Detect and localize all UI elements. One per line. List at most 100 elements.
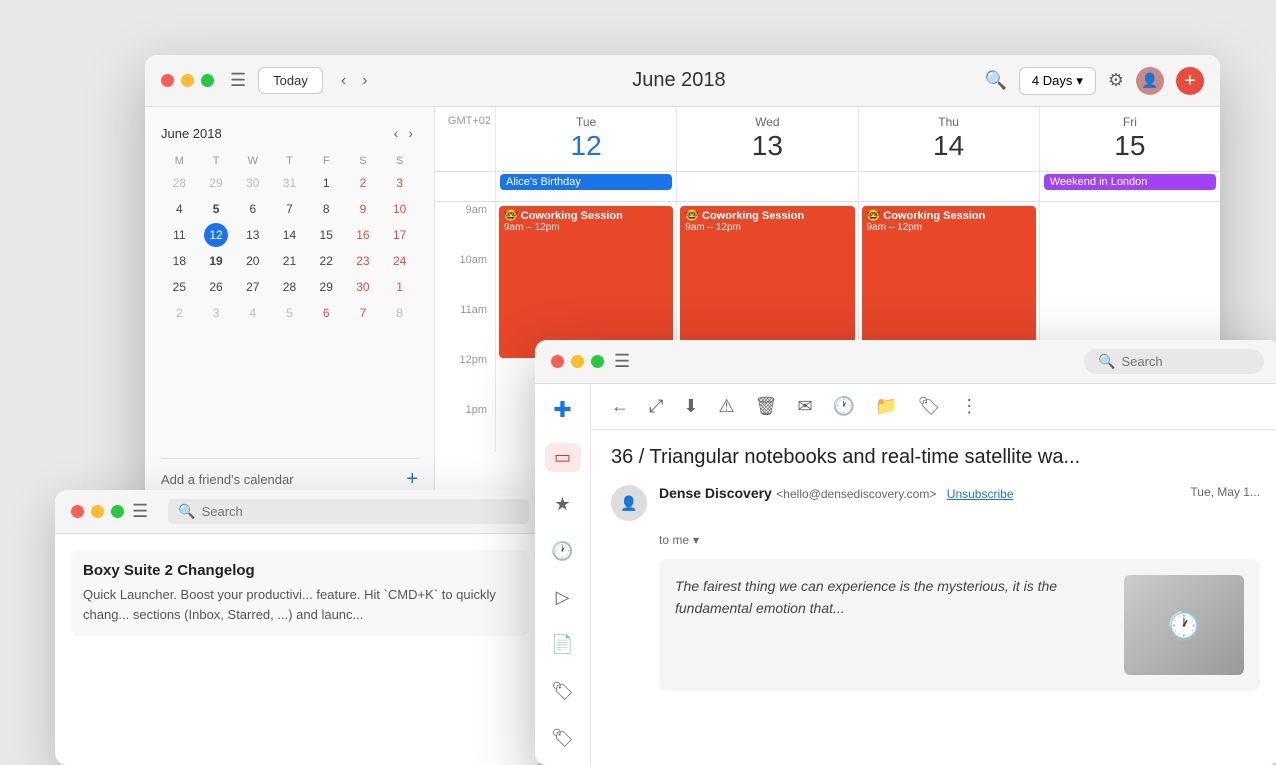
sidebar-icon-label2[interactable]: 🏷 [545, 724, 581, 753]
event-coworking-tue[interactable]: 🤓 Coworking Session 9am – 12pm [499, 206, 673, 358]
sidebar-icon-snoozed[interactable]: 🕐 [545, 537, 581, 566]
mini-cal-day[interactable]: 11 [167, 223, 191, 247]
mini-cal-day[interactable]: 3 [388, 171, 412, 195]
next-period-button[interactable]: › [356, 70, 373, 92]
mini-cal-day[interactable]: 24 [388, 249, 412, 273]
mini-next-button[interactable]: › [403, 123, 418, 143]
settings-icon[interactable]: ⚙ [1108, 70, 1124, 91]
mini-cal-day[interactable]: 23 [351, 249, 375, 273]
expand-icon[interactable]: ⤢ [645, 392, 667, 421]
mini-cal-day[interactable]: 4 [241, 301, 265, 325]
minimize-button[interactable] [571, 355, 584, 368]
sidebar-icon-inbox[interactable]: ▭ [545, 443, 581, 472]
mini-cal-day[interactable]: 5 [204, 197, 228, 221]
menu-icon[interactable]: ☰ [230, 70, 246, 91]
mini-cal-day[interactable]: 1 [388, 275, 412, 299]
time-slot-12pm: 12pm [435, 352, 495, 402]
sidebar-icon-label1[interactable]: 🏷 [545, 677, 581, 706]
mini-cal-day[interactable]: 30 [351, 275, 375, 299]
fullscreen-button[interactable] [201, 74, 214, 87]
mini-cal-day[interactable]: 15 [314, 223, 338, 247]
event-coworking-wed[interactable]: 🤓 Coworking Session 9am – 12pm [680, 206, 854, 358]
calendar-search-icon[interactable]: 🔍 [984, 70, 1006, 91]
mini-cal-day[interactable]: 21 [277, 249, 301, 273]
move-to-icon[interactable]: 📁 [871, 392, 901, 421]
minimize-button[interactable] [181, 74, 194, 87]
sidebar-icon-sent[interactable]: ▷ [545, 584, 581, 613]
label-icon[interactable]: 🏷 [913, 392, 944, 421]
email-search-bar[interactable]: 🔍 [1084, 349, 1264, 374]
mini-cal-day[interactable]: 2 [167, 301, 191, 325]
recipients-dropdown-icon[interactable]: ▾ [693, 533, 699, 547]
email-search-input[interactable] [1121, 354, 1250, 369]
menu-icon[interactable]: ☰ [132, 501, 148, 522]
mini-cal-day[interactable]: 8 [314, 197, 338, 221]
mini-cal-day[interactable]: 16 [351, 223, 375, 247]
minimize-button[interactable] [91, 505, 104, 518]
close-button[interactable] [161, 74, 174, 87]
email-titlebar: ☰ 🔍 [535, 340, 1276, 384]
mail-list-item[interactable]: Boxy Suite 2 Changelog Quick Launcher. B… [71, 550, 529, 636]
mini-cal-day[interactable]: 28 [167, 171, 191, 195]
calendar-title: June 2018 [386, 69, 973, 92]
mail-bg-search-input[interactable] [202, 504, 519, 519]
add-event-button[interactable]: + [1176, 67, 1204, 95]
mini-cal-day[interactable]: 6 [314, 301, 338, 325]
close-button[interactable] [71, 505, 84, 518]
mini-cal-day[interactable]: 26 [204, 275, 228, 299]
fullscreen-button[interactable] [591, 355, 604, 368]
mini-cal-day[interactable]: 8 [388, 301, 412, 325]
fullscreen-button[interactable] [111, 505, 124, 518]
mini-cal-day[interactable]: 31 [277, 171, 301, 195]
mini-cal-day[interactable]: 18 [167, 249, 191, 273]
days-view-dropdown[interactable]: 4 Days ▾ [1019, 67, 1096, 95]
event-time: 9am – 12pm [685, 222, 849, 233]
mini-prev-button[interactable]: ‹ [389, 123, 404, 143]
mini-cal-day[interactable]: 28 [277, 275, 301, 299]
all-day-cell-wed [676, 172, 857, 201]
mini-cal-day[interactable]: 10 [388, 197, 412, 221]
day-name-fri: Fri [1044, 115, 1216, 129]
mini-cal-day[interactable]: 17 [388, 223, 412, 247]
mini-cal-day[interactable]: 3 [204, 301, 228, 325]
mini-cal-day[interactable]: 19 [204, 249, 228, 273]
mini-cal-day[interactable]: 1 [314, 171, 338, 195]
unsubscribe-link[interactable]: Unsubscribe [947, 487, 1014, 501]
mini-cal-day[interactable]: 13 [241, 223, 265, 247]
compose-button[interactable]: ✚ [545, 396, 581, 425]
mini-cal-day[interactable]: 14 [277, 223, 301, 247]
more-options-icon[interactable]: ⋮ [956, 392, 982, 421]
sidebar-icon-drafts[interactable]: 📄 [545, 630, 581, 659]
mini-cal-day[interactable]: 29 [204, 171, 228, 195]
mini-cal-day[interactable]: 4 [167, 197, 191, 221]
mini-cal-day[interactable]: 7 [351, 301, 375, 325]
event-alice-birthday[interactable]: Alice's Birthday [500, 174, 672, 190]
mail-bg-search-bar[interactable]: 🔍 [168, 499, 529, 524]
mini-cal-day-today[interactable]: 12 [204, 223, 228, 247]
menu-icon[interactable]: ☰ [614, 351, 630, 372]
event-coworking-thu[interactable]: 🤓 Coworking Session 9am – 12pm [862, 206, 1036, 358]
mini-cal-day[interactable]: 25 [167, 275, 191, 299]
snooze-icon[interactable]: 🕐 [829, 392, 859, 421]
mini-cal-day[interactable]: 9 [351, 197, 375, 221]
close-button[interactable] [551, 355, 564, 368]
archive-icon[interactable]: ⬇ [679, 392, 702, 421]
mini-cal-day[interactable]: 5 [277, 301, 301, 325]
mini-cal-day[interactable]: 22 [314, 249, 338, 273]
user-avatar[interactable]: 👤 [1136, 67, 1164, 95]
today-button[interactable]: Today [258, 67, 323, 94]
mini-cal-day[interactable]: 2 [351, 171, 375, 195]
report-spam-icon[interactable]: ⚠ [715, 392, 739, 421]
event-weekend-london[interactable]: Weekend in London [1044, 174, 1216, 190]
mini-cal-day[interactable]: 6 [241, 197, 265, 221]
mini-cal-day[interactable]: 29 [314, 275, 338, 299]
back-icon[interactable]: ← [607, 392, 633, 421]
mini-cal-day[interactable]: 20 [241, 249, 265, 273]
mini-cal-day[interactable]: 30 [241, 171, 265, 195]
mini-cal-day[interactable]: 7 [277, 197, 301, 221]
mini-cal-day[interactable]: 27 [241, 275, 265, 299]
mark-unread-icon[interactable]: ✉ [794, 392, 817, 421]
prev-period-button[interactable]: ‹ [335, 70, 352, 92]
delete-icon[interactable]: 🗑 [751, 392, 782, 421]
sidebar-icon-starred[interactable]: ★ [545, 490, 581, 519]
